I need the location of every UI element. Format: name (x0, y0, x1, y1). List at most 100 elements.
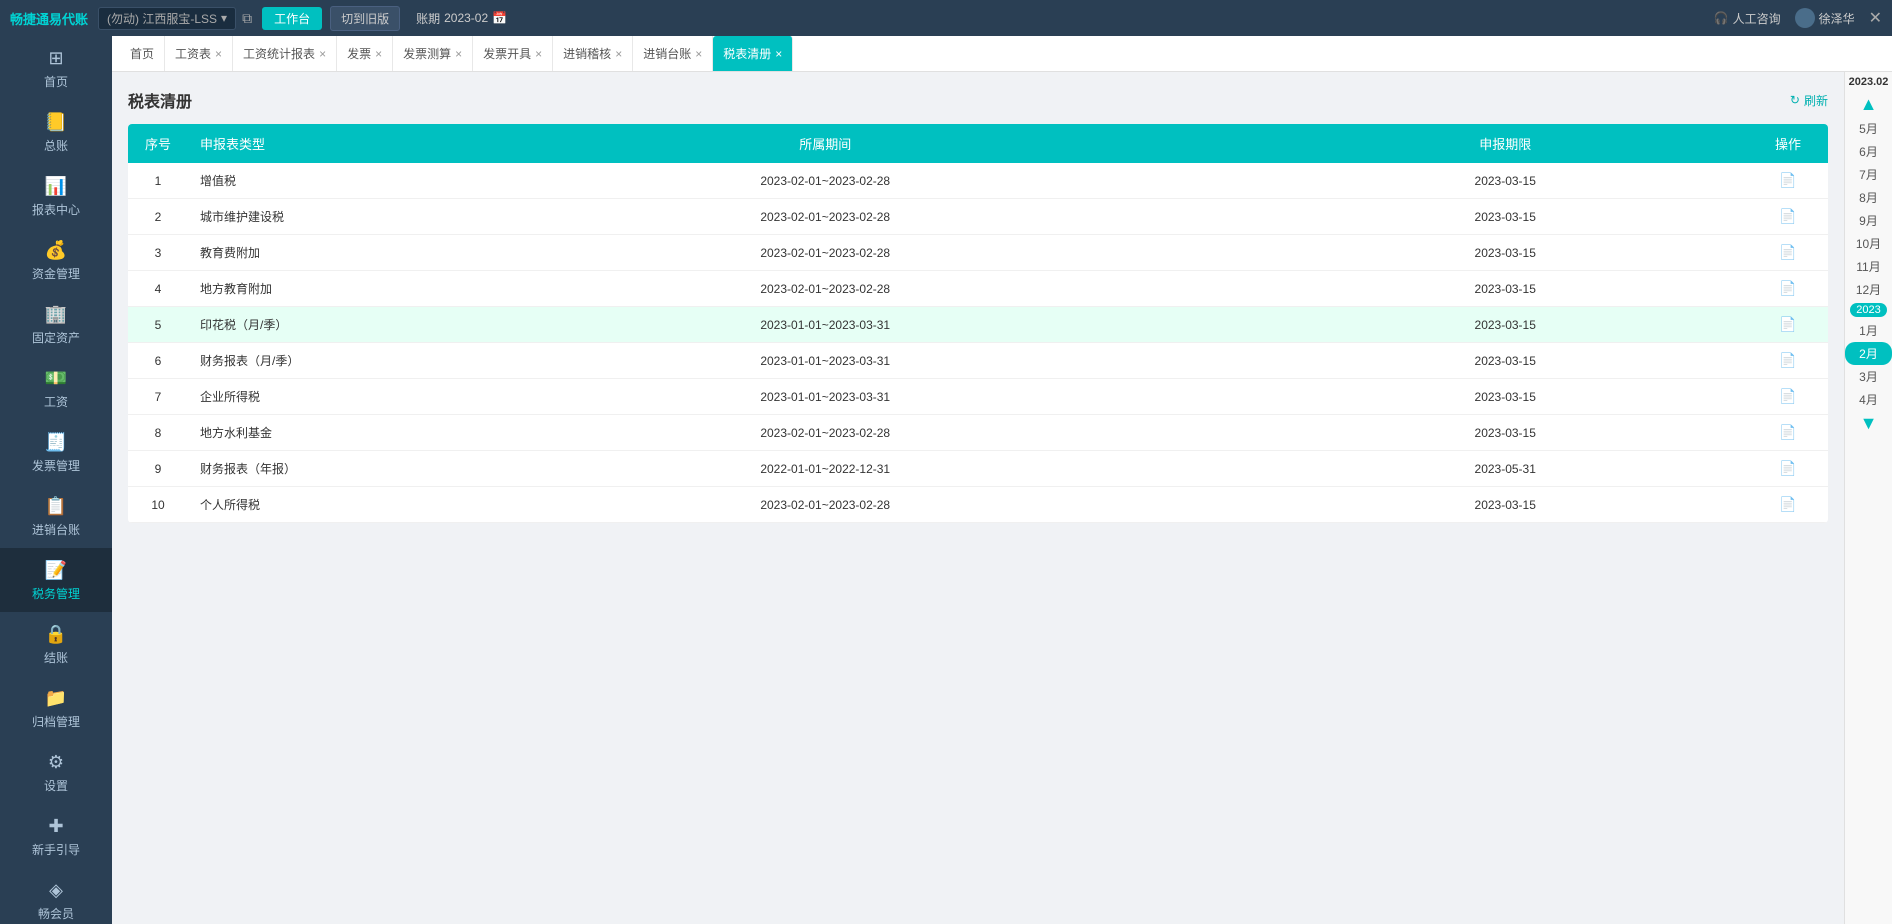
sidebar-item-guide[interactable]: ✚ 新手引导 (0, 804, 112, 868)
tab-home[interactable]: 首页 (120, 36, 165, 71)
file-icon[interactable]: 📄 (1779, 316, 1796, 332)
month-10[interactable]: 10月 (1845, 232, 1892, 255)
tab-label: 进销台账 (643, 45, 691, 62)
file-icon[interactable]: 📄 (1779, 244, 1796, 260)
scroll-down-button[interactable]: ▼ (1858, 411, 1880, 436)
cell-deadline: 2023-03-15 (1262, 415, 1748, 451)
month-7[interactable]: 7月 (1845, 163, 1892, 186)
cell-action[interactable]: 📄 (1748, 487, 1828, 523)
table-row: 9财务报表（年报）2022-01-01~2022-12-312023-05-31… (128, 451, 1828, 487)
month-1-2023[interactable]: 1月 (1845, 319, 1892, 342)
close-button[interactable]: ✕ (1869, 8, 1882, 28)
sidebar-item-label: 报表中心 (32, 201, 80, 218)
col-deadline: 申报期限 (1262, 124, 1748, 163)
tab-label: 发票测算 (403, 45, 451, 62)
file-icon[interactable]: 📄 (1779, 352, 1796, 368)
tab-close-icon[interactable]: × (695, 48, 702, 60)
sidebar-item-ledger[interactable]: 📒 总账 (0, 100, 112, 164)
sidebar-item-settings[interactable]: ⚙ 设置 (0, 740, 112, 804)
tab-close-icon[interactable]: × (319, 48, 326, 60)
refresh-button[interactable]: ↻ 刷新 (1790, 92, 1828, 109)
tab-close-icon[interactable]: × (775, 48, 782, 60)
tab-close-icon[interactable]: × (615, 48, 622, 60)
tab-close-icon[interactable]: × (455, 48, 462, 60)
cell-action[interactable]: 📄 (1748, 163, 1828, 199)
sidebar-item-label: 进销台账 (32, 521, 80, 538)
cell-action[interactable]: 📄 (1748, 235, 1828, 271)
cell-action[interactable]: 📄 (1748, 343, 1828, 379)
cell-no: 10 (128, 487, 188, 523)
scroll-up-button[interactable]: ▲ (1858, 92, 1880, 117)
tab-purchase-check[interactable]: 进销稽核 × (553, 36, 633, 71)
tab-label: 进销稽核 (563, 45, 611, 62)
file-icon[interactable]: 📄 (1779, 424, 1796, 440)
sidebar-item-label: 资金管理 (32, 265, 80, 282)
month-12[interactable]: 12月 (1845, 278, 1892, 301)
cell-action[interactable]: 📄 (1748, 415, 1828, 451)
cell-action[interactable]: 📄 (1748, 271, 1828, 307)
tab-purchase-ledger[interactable]: 进销台账 × (633, 36, 713, 71)
sidebar-item-report[interactable]: 📊 报表中心 (0, 164, 112, 228)
tab-close-icon[interactable]: × (375, 48, 382, 60)
file-icon[interactable]: 📄 (1779, 460, 1796, 476)
cell-action[interactable]: 📄 (1748, 307, 1828, 343)
tab-tax-list[interactable]: 税表清册 × (713, 36, 793, 71)
tab-invoice-calc[interactable]: 发票测算 × (393, 36, 473, 71)
company-selector[interactable]: (勿动) 江西服宝-LSS ▾ (98, 7, 236, 30)
sidebar-item-member[interactable]: ◈ 畅会员 (0, 868, 112, 924)
cell-period: 2023-02-01~2023-02-28 (388, 415, 1262, 451)
tab-salary-stat[interactable]: 工资统计报表 × (233, 36, 337, 71)
month-5[interactable]: 5月 (1845, 117, 1892, 140)
sidebar-item-label: 总账 (44, 137, 68, 154)
cell-deadline: 2023-03-15 (1262, 307, 1748, 343)
file-icon[interactable]: 📄 (1779, 388, 1796, 404)
file-icon[interactable]: 📄 (1779, 172, 1796, 188)
sidebar-item-close-period[interactable]: 🔒 结账 (0, 612, 112, 676)
top-bar: 畅捷通易代账 (勿动) 江西服宝-LSS ▾ ⧉ 工作台 切到旧版 账期 202… (0, 0, 1892, 36)
cell-action[interactable]: 📄 (1748, 451, 1828, 487)
sidebar-item-fund[interactable]: 💰 资金管理 (0, 228, 112, 292)
file-icon[interactable]: 📄 (1779, 280, 1796, 296)
cell-deadline: 2023-05-31 (1262, 451, 1748, 487)
old-mode-button[interactable]: 切到旧版 (330, 6, 400, 31)
tab-salary-table[interactable]: 工资表 × (165, 36, 233, 71)
sidebar-item-home[interactable]: ⊞ 首页 (0, 36, 112, 100)
month-9[interactable]: 9月 (1845, 209, 1892, 232)
human-service-btn[interactable]: 🎧 人工咨询 (1714, 10, 1781, 27)
year-2023-badge[interactable]: 2023 (1850, 303, 1886, 317)
month-8[interactable]: 8月 (1845, 186, 1892, 209)
month-6[interactable]: 6月 (1845, 140, 1892, 163)
cell-no: 1 (128, 163, 188, 199)
tab-close-icon[interactable]: × (535, 48, 542, 60)
sidebar-item-fixed[interactable]: 🏢 固定资产 (0, 292, 112, 356)
sidebar-item-tax[interactable]: 📝 税务管理 (0, 548, 112, 612)
calendar-icon: 📅 (492, 11, 507, 25)
month-3-2023[interactable]: 3月 (1845, 365, 1892, 388)
top-right-actions: 🎧 人工咨询 徐泽华 ✕ (1714, 8, 1882, 28)
tab-close-icon[interactable]: × (215, 48, 222, 60)
sidebar-item-label: 畅会员 (38, 905, 74, 922)
cell-type: 印花税（月/季） (188, 307, 388, 343)
sidebar-item-invoice[interactable]: 🧾 发票管理 (0, 420, 112, 484)
cell-action[interactable]: 📄 (1748, 379, 1828, 415)
month-2-2023[interactable]: 2月 (1845, 342, 1892, 365)
tab-invoice[interactable]: 发票 × (337, 36, 393, 71)
report-icon: 📊 (45, 176, 67, 197)
sidebar-item-salary[interactable]: 💵 工资 (0, 356, 112, 420)
cell-no: 9 (128, 451, 188, 487)
cell-deadline: 2023-03-15 (1262, 199, 1748, 235)
month-4-2023[interactable]: 4月 (1845, 388, 1892, 411)
cell-action[interactable]: 📄 (1748, 199, 1828, 235)
sidebar-item-archive[interactable]: 📁 归档管理 (0, 676, 112, 740)
month-11[interactable]: 11月 (1845, 255, 1892, 278)
cell-period: 2023-02-01~2023-02-28 (388, 487, 1262, 523)
sidebar-item-label: 结账 (44, 649, 68, 666)
human-service-label: 人工咨询 (1733, 10, 1781, 27)
file-icon[interactable]: 📄 (1779, 496, 1796, 512)
user-profile[interactable]: 徐泽华 (1795, 8, 1855, 28)
workspace-button[interactable]: 工作台 (262, 7, 322, 30)
file-icon[interactable]: 📄 (1779, 208, 1796, 224)
tab-invoice-open[interactable]: 发票开具 × (473, 36, 553, 71)
sidebar-item-purchase-sales[interactable]: 📋 进销台账 (0, 484, 112, 548)
cell-no: 3 (128, 235, 188, 271)
